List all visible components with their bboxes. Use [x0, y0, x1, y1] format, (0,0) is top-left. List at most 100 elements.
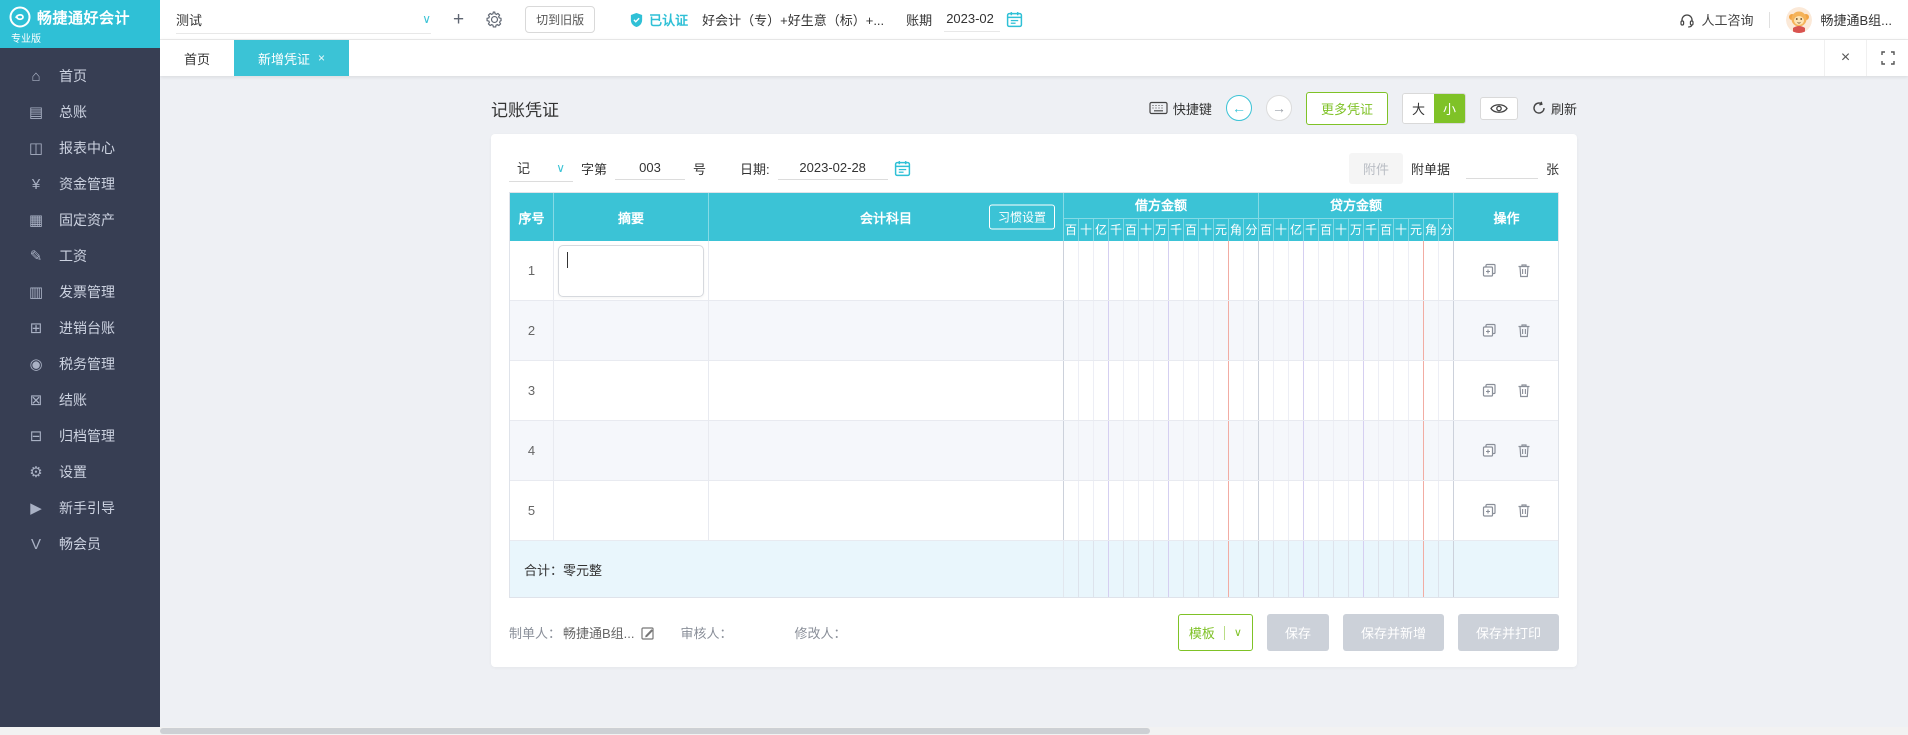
amount-digit-cell[interactable] [1124, 421, 1139, 480]
amount-digit-cell[interactable] [1109, 301, 1124, 360]
amount-digit-cell[interactable] [1439, 541, 1454, 597]
amount-digit-cell[interactable] [1439, 361, 1454, 420]
amount-digit-cell[interactable] [1184, 241, 1199, 300]
amount-digit-cell[interactable] [1379, 241, 1394, 300]
amount-digit-cell[interactable] [1139, 481, 1154, 540]
amount-digit-cell[interactable] [1424, 481, 1439, 540]
scrollbar-thumb[interactable] [160, 728, 1150, 734]
amount-digit-cell[interactable] [1229, 361, 1244, 420]
product-bundle-label[interactable]: 好会计（专）+好生意（标）+... [702, 10, 884, 29]
amount-digit-cell[interactable] [1439, 421, 1454, 480]
amount-digit-cell[interactable] [1199, 241, 1214, 300]
size-large-option[interactable]: 大 [1402, 93, 1434, 123]
amount-digit-cell[interactable] [1289, 241, 1304, 300]
amount-digit-cell[interactable] [1349, 241, 1364, 300]
summary-input[interactable] [558, 245, 704, 297]
amount-digit-cell[interactable] [1154, 421, 1169, 480]
delete-row-icon[interactable] [1517, 503, 1531, 518]
amount-digit-cell[interactable] [1199, 361, 1214, 420]
amount-digit-cell[interactable] [1214, 361, 1229, 420]
refresh-button[interactable]: 刷新 [1532, 99, 1577, 118]
amount-digit-cell[interactable] [1409, 301, 1424, 360]
tab-close-icon[interactable]: × [318, 51, 325, 65]
consult-button[interactable]: 人工咨询 [1679, 10, 1753, 29]
delete-row-icon[interactable] [1517, 443, 1531, 458]
amount-digit-cell[interactable] [1424, 301, 1439, 360]
copy-row-icon[interactable] [1482, 503, 1497, 518]
debit-cell[interactable] [1064, 241, 1259, 300]
amount-digit-cell[interactable] [1214, 241, 1229, 300]
amount-digit-cell[interactable] [1364, 301, 1379, 360]
debit-cell[interactable] [1064, 361, 1259, 420]
amount-digit-cell[interactable] [1319, 361, 1334, 420]
amount-digit-cell[interactable] [1274, 481, 1289, 540]
save-button[interactable]: 保存 [1266, 614, 1329, 651]
credit-cell[interactable] [1259, 241, 1454, 300]
fullscreen-button[interactable] [1866, 40, 1908, 76]
amount-digit-cell[interactable] [1304, 541, 1319, 597]
amount-digit-cell[interactable] [1259, 481, 1274, 540]
amount-digit-cell[interactable] [1259, 301, 1274, 360]
amount-digit-cell[interactable] [1154, 361, 1169, 420]
account-cell[interactable] [709, 361, 1064, 420]
amount-digit-cell[interactable] [1229, 301, 1244, 360]
credit-cell[interactable] [1259, 421, 1454, 480]
amount-digit-cell[interactable] [1289, 541, 1304, 597]
amount-digit-cell[interactable] [1424, 241, 1439, 300]
date-calendar-button[interactable] [894, 160, 911, 177]
save-and-print-button[interactable]: 保存并打印 [1457, 614, 1559, 651]
amount-digit-cell[interactable] [1199, 421, 1214, 480]
edit-creator-button[interactable] [640, 626, 655, 640]
sidebar-item-固定资产[interactable]: ▦ 固定资产 [0, 202, 160, 238]
sidebar-item-税务管理[interactable]: ◉ 税务管理 [0, 346, 160, 382]
amount-digit-cell[interactable] [1274, 541, 1289, 597]
amount-digit-cell[interactable] [1184, 361, 1199, 420]
amount-digit-cell[interactable] [1244, 541, 1259, 597]
more-vouchers-button[interactable]: 更多凭证 [1305, 91, 1388, 125]
amount-digit-cell[interactable] [1379, 361, 1394, 420]
amount-digit-cell[interactable] [1364, 361, 1379, 420]
amount-digit-cell[interactable] [1394, 301, 1409, 360]
amount-digit-cell[interactable] [1124, 481, 1139, 540]
amount-digit-cell[interactable] [1244, 361, 1259, 420]
copy-row-icon[interactable] [1482, 263, 1497, 278]
period-value[interactable]: 2023-02 [944, 7, 1000, 32]
summary-cell[interactable] [554, 241, 709, 300]
amount-digit-cell[interactable] [1259, 241, 1274, 300]
template-button[interactable]: 模板 ∨ [1177, 614, 1253, 651]
amount-digit-cell[interactable] [1154, 241, 1169, 300]
sidebar-item-设置[interactable]: ⚙ 设置 [0, 454, 160, 490]
amount-digit-cell[interactable] [1109, 241, 1124, 300]
avatar[interactable] [1786, 6, 1813, 33]
voucher-word-select[interactable]: 记 ∨ [509, 154, 573, 182]
amount-digit-cell[interactable] [1184, 541, 1199, 597]
amount-digit-cell[interactable] [1124, 361, 1139, 420]
sidebar-item-归档管理[interactable]: ⊟ 归档管理 [0, 418, 160, 454]
amount-digit-cell[interactable] [1064, 541, 1079, 597]
amount-digit-cell[interactable] [1439, 241, 1454, 300]
copy-row-icon[interactable] [1482, 443, 1497, 458]
size-small-option[interactable]: 小 [1433, 93, 1465, 123]
amount-digit-cell[interactable] [1079, 361, 1094, 420]
close-page-button[interactable]: × [1824, 40, 1866, 76]
sidebar-item-总账[interactable]: ▤ 总账 [0, 94, 160, 130]
amount-digit-cell[interactable] [1334, 481, 1349, 540]
sidebar-item-发票管理[interactable]: ▥ 发票管理 [0, 274, 160, 310]
amount-digit-cell[interactable] [1364, 241, 1379, 300]
amount-digit-cell[interactable] [1319, 541, 1334, 597]
amount-digit-cell[interactable] [1184, 421, 1199, 480]
amount-digit-cell[interactable] [1094, 361, 1109, 420]
delete-row-icon[interactable] [1517, 323, 1531, 338]
amount-digit-cell[interactable] [1424, 421, 1439, 480]
amount-digit-cell[interactable] [1304, 361, 1319, 420]
amount-digit-cell[interactable] [1409, 241, 1424, 300]
amount-digit-cell[interactable] [1394, 241, 1409, 300]
amount-digit-cell[interactable] [1064, 421, 1079, 480]
amount-digit-cell[interactable] [1244, 301, 1259, 360]
amount-digit-cell[interactable] [1274, 241, 1289, 300]
amount-digit-cell[interactable] [1199, 301, 1214, 360]
amount-digit-cell[interactable] [1124, 541, 1139, 597]
habit-settings-button[interactable]: 习惯设置 [988, 204, 1055, 230]
amount-digit-cell[interactable] [1244, 421, 1259, 480]
amount-digit-cell[interactable] [1319, 301, 1334, 360]
